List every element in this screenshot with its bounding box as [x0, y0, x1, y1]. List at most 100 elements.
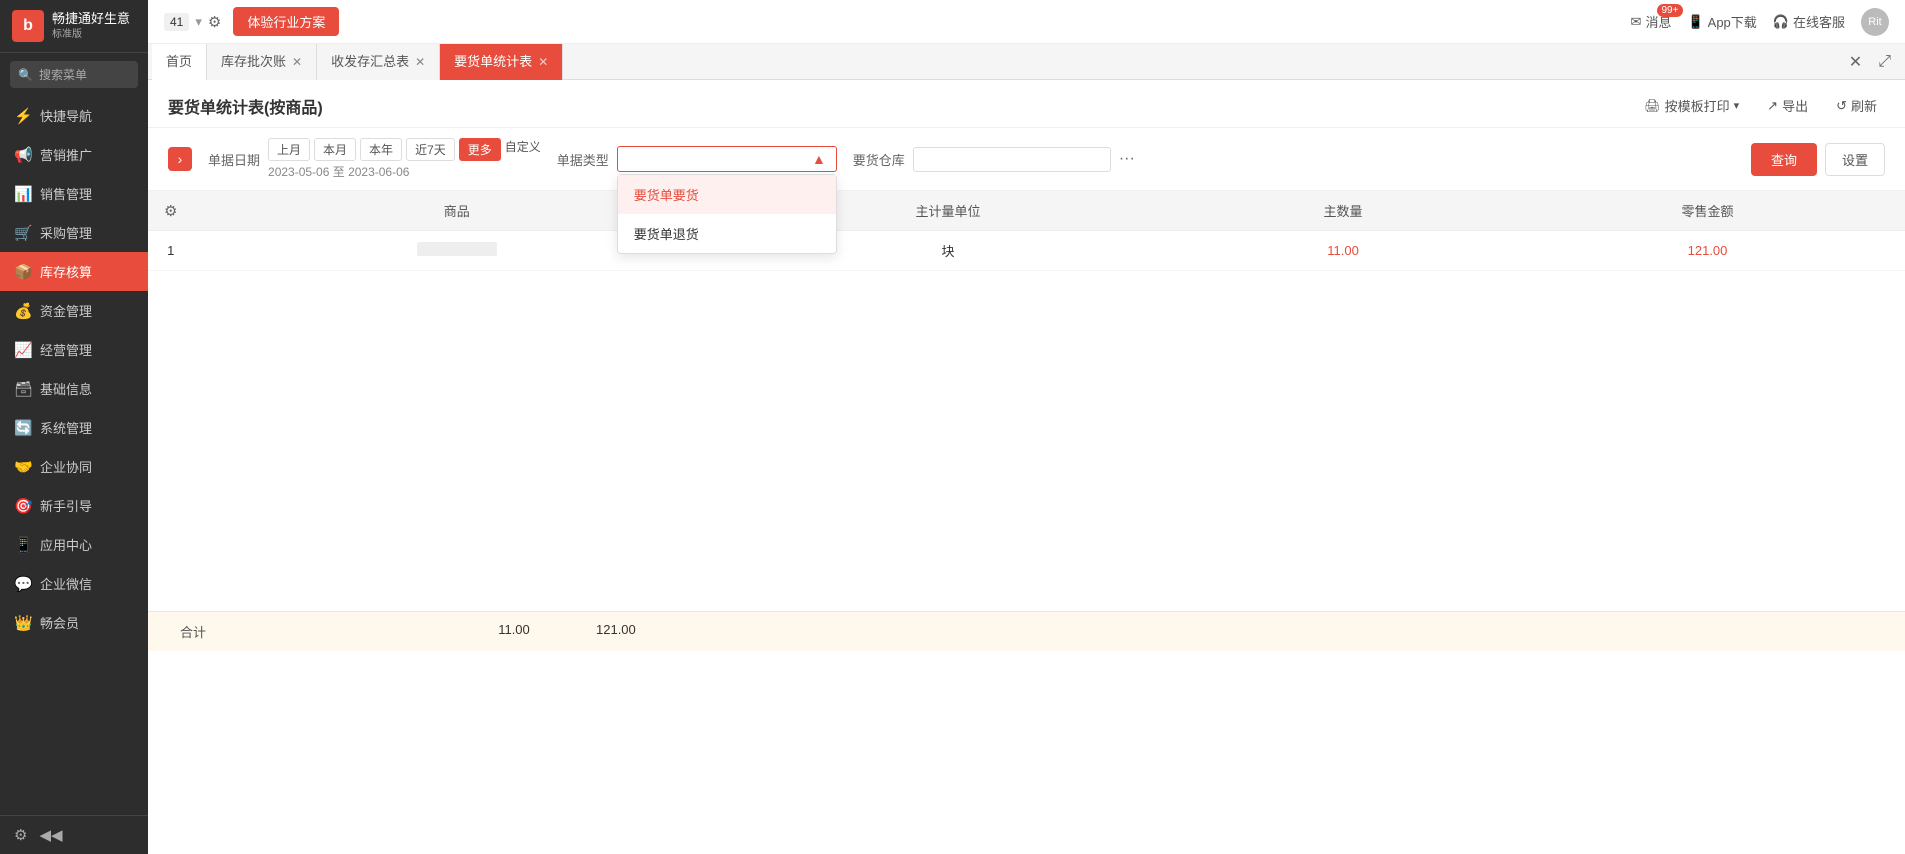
sidebar-item-system[interactable]: 🔄 系统管理: [0, 408, 148, 447]
tab-recv-summary[interactable]: 收发存汇总表 ✕: [317, 44, 440, 80]
sidebar-item-enterprise[interactable]: 🤝 企业协同: [0, 447, 148, 486]
sidebar-item-label: 企业微信: [40, 574, 92, 593]
dropdown-item-yh-return[interactable]: 要货单退货: [618, 214, 836, 253]
sidebar-item-label: 采购管理: [40, 223, 92, 242]
tab-order-summary[interactable]: 要货单统计表 ✕: [440, 44, 563, 80]
online-service-label: 在线客服: [1793, 12, 1845, 31]
sidebar-item-finance[interactable]: 💰 资金管理: [0, 291, 148, 330]
query-button[interactable]: 查询: [1751, 143, 1817, 176]
sidebar: b 畅捷通好生意 标准版 🔍 搜索菜单 ⚡ 快捷导航 📢 营销推广 📊 销售管理…: [0, 0, 148, 854]
enterprise-icon: 🤝: [14, 458, 32, 476]
filter-type-label: 单据类型: [557, 150, 609, 169]
sidebar-item-label: 畅会员: [40, 613, 79, 632]
sidebar-search-label: 搜索菜单: [39, 66, 87, 83]
filter-settings-button[interactable]: 设置: [1825, 143, 1885, 176]
filter-date-this-year[interactable]: 本年: [360, 138, 402, 161]
tab-order-summary-close[interactable]: ✕: [538, 44, 548, 80]
sidebar-item-label: 应用中心: [40, 535, 92, 554]
tab-inventory-batch[interactable]: 库存批次账 ✕: [207, 44, 317, 80]
tab-expand-button[interactable]: ⤢: [1872, 50, 1897, 74]
logo-char: b: [23, 17, 33, 35]
tab-recv-summary-close[interactable]: ✕: [415, 44, 425, 80]
export-button[interactable]: ↗ 导出: [1759, 92, 1816, 119]
filter-type-wrap: 单据类型 ▲ 要货单要货 要货单退货: [557, 146, 837, 172]
member-icon: 👑: [14, 614, 32, 632]
sidebar-item-label: 基础信息: [40, 379, 92, 398]
sidebar-item-label: 快捷导航: [40, 106, 92, 125]
online-service-btn[interactable]: 🎧 在线客服: [1773, 12, 1845, 31]
headset-icon: 🎧: [1773, 14, 1789, 30]
store-dropdown-icon[interactable]: ▾: [195, 14, 202, 30]
filter-type-chevron-up-icon[interactable]: ▲: [812, 151, 826, 167]
sidebar-item-label: 营销推广: [40, 145, 92, 164]
filter-type-input[interactable]: ▲: [617, 146, 837, 172]
export-label: 导出: [1782, 96, 1808, 115]
print-expand-icon: ▾: [1734, 99, 1740, 112]
inventory-icon: 📦: [14, 263, 32, 281]
filter-warehouse-input[interactable]: [913, 147, 1111, 172]
page-title: 要货单统计表(按商品): [168, 94, 323, 118]
finance-icon: 💰: [14, 302, 32, 320]
sidebar-item-member[interactable]: 👑 畅会员: [0, 603, 148, 642]
sidebar-item-label: 新手引导: [40, 496, 92, 515]
refresh-icon: ↺: [1836, 98, 1847, 114]
filter-date-label: 单据日期: [208, 150, 260, 169]
sidebar-item-marketing[interactable]: 📢 营销推广: [0, 135, 148, 174]
table-body: 1 块 11.00 121.00: [148, 231, 1905, 271]
sidebar-item-base-info[interactable]: 🗃 基础信息: [0, 369, 148, 408]
purchase-icon: 🛒: [14, 224, 32, 242]
print-template-button[interactable]: 🖨 按模板打印 ▾: [1636, 92, 1747, 119]
sidebar-item-operations[interactable]: 📈 经营管理: [0, 330, 148, 369]
settings-bottom-icon[interactable]: ⚙: [14, 826, 27, 844]
collapse-icon[interactable]: ◀◀: [39, 826, 62, 844]
filter-date-last-7days[interactable]: 近7天: [406, 138, 455, 161]
sidebar-item-guide[interactable]: 🎯 新手引导: [0, 486, 148, 525]
filter-warehouse-label: 要货仓库: [853, 150, 905, 169]
sidebar-item-label: 资金管理: [40, 301, 92, 320]
main-area: 41 ▾ ⚙ 体验行业方案 ✉ 消息 99+ 📱 App下载 🎧 在线客服 Ri…: [148, 0, 1905, 854]
filter-bar: › 单据日期 上月 本月 本年 近7天 更多 自定义 2023-05-06 至 …: [148, 128, 1905, 191]
tab-home-label: 首页: [166, 44, 192, 80]
filter-warehouse-more-icon[interactable]: ···: [1119, 150, 1135, 168]
refresh-label: 刷新: [1851, 96, 1877, 115]
filter-date-this-month[interactable]: 本月: [314, 138, 356, 161]
topbar-settings-icon[interactable]: ⚙: [208, 13, 221, 31]
app-name-text: 畅捷通好生意: [52, 11, 130, 26]
tab-order-summary-label: 要货单统计表: [454, 44, 532, 80]
tab-inventory-batch-close[interactable]: ✕: [292, 44, 302, 80]
table-settings-icon[interactable]: ⚙: [164, 203, 177, 220]
sidebar-item-app-center[interactable]: 📱 应用中心: [0, 525, 148, 564]
dropdown-item-yh-order[interactable]: 要货单要货: [618, 175, 836, 214]
filter-date-more[interactable]: 更多: [459, 138, 501, 161]
product-placeholder: [417, 242, 497, 256]
guide-icon: 🎯: [14, 497, 32, 515]
tab-close-all-button[interactable]: ✕: [1843, 50, 1868, 74]
operations-icon: 📈: [14, 341, 32, 359]
messages-btn[interactable]: ✉ 消息 99+: [1631, 12, 1672, 31]
filter-date-custom[interactable]: 自定义: [505, 138, 541, 161]
refresh-button[interactable]: ↺ 刷新: [1828, 92, 1885, 119]
sidebar-item-sales[interactable]: 📊 销售管理: [0, 174, 148, 213]
messages-badge: 99+: [1657, 4, 1684, 17]
trial-industry-button[interactable]: 体验行业方案: [233, 7, 339, 36]
sidebar-search[interactable]: 🔍 搜索菜单: [10, 61, 138, 88]
tab-recv-summary-label: 收发存汇总表: [331, 44, 409, 80]
filter-expand-button[interactable]: ›: [168, 147, 192, 171]
sidebar-logo: b 畅捷通好生意 标准版: [0, 0, 148, 53]
row-index: 1: [148, 231, 193, 271]
sidebar-item-label: 经营管理: [40, 340, 92, 359]
filter-date-last-month[interactable]: 上月: [268, 138, 310, 161]
avatar[interactable]: Rit: [1861, 8, 1889, 36]
sidebar-item-quick-nav[interactable]: ⚡ 快捷导航: [0, 96, 148, 135]
filter-date-buttons: 上月 本月 本年 近7天 更多 自定义: [268, 138, 541, 161]
search-icon: 🔍: [18, 68, 33, 82]
sidebar-item-wechat[interactable]: 💬 企业微信: [0, 564, 148, 603]
row-quantity: 11.00: [1176, 231, 1510, 271]
app-download-btn[interactable]: 📱 App下载: [1687, 12, 1756, 31]
sidebar-item-inventory[interactable]: 📦 库存核算: [0, 252, 148, 291]
filter-date-group: 单据日期 上月 本月 本年 近7天 更多 自定义 2023-05-06 至 20…: [208, 138, 541, 180]
topbar: 41 ▾ ⚙ 体验行业方案 ✉ 消息 99+ 📱 App下载 🎧 在线客服 Ri…: [148, 0, 1905, 44]
sidebar-item-purchase[interactable]: 🛒 采购管理: [0, 213, 148, 252]
tab-home[interactable]: 首页: [152, 44, 207, 80]
topbar-store: 41 ▾ ⚙: [164, 13, 221, 31]
